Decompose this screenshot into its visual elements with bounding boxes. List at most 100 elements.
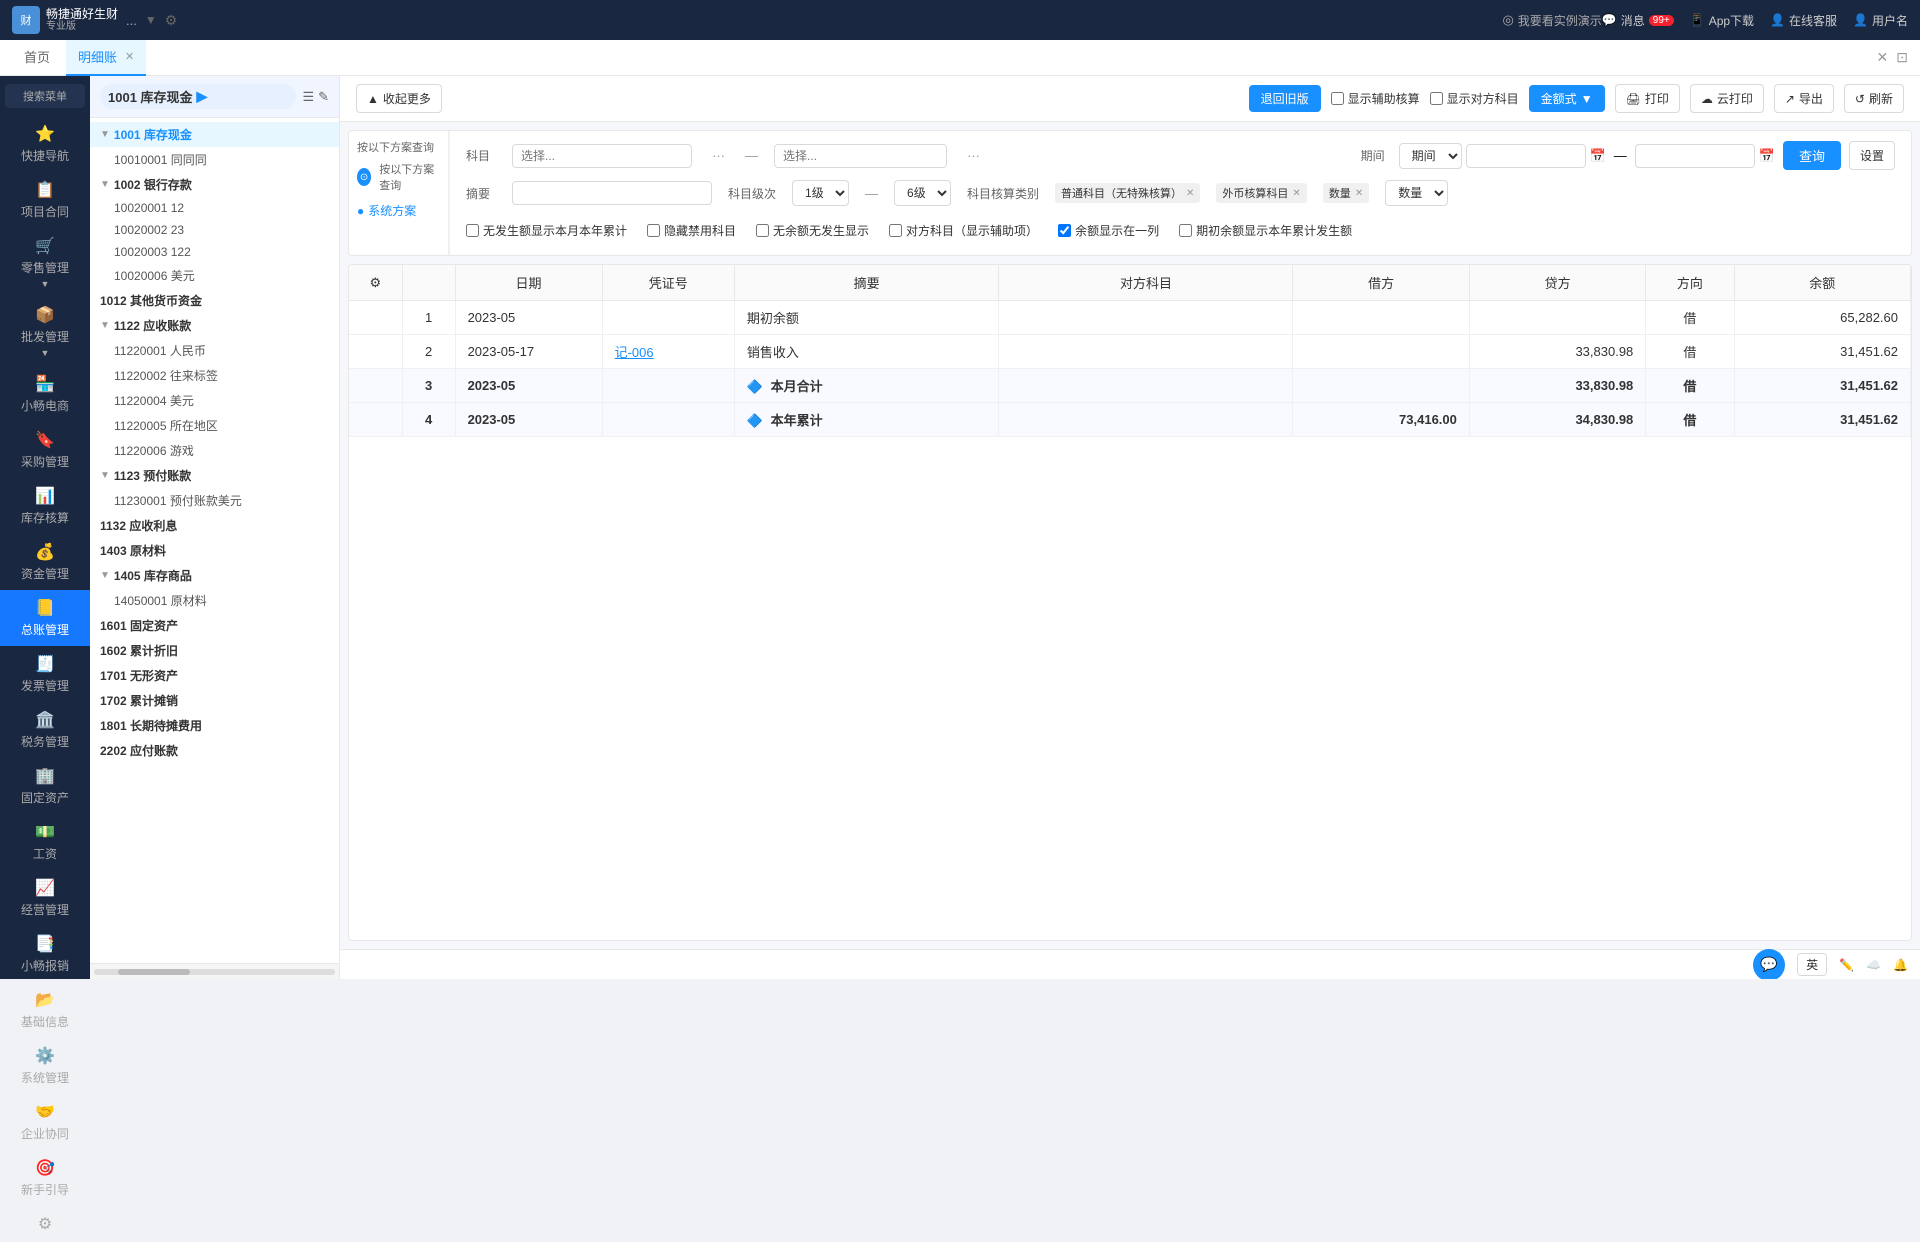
app-download-btn[interactable]: 📱 App下载: [1690, 12, 1754, 29]
level-start-select[interactable]: 1级: [792, 180, 849, 206]
sidebar-item-system[interactable]: ⚙️ 系统管理: [0, 1038, 90, 1094]
tree-item-1002[interactable]: ▼ 1002 银行存款: [90, 172, 339, 197]
chk-no-amount-input[interactable]: [466, 224, 479, 237]
settings-btn[interactable]: 设置: [1849, 141, 1895, 170]
sidebar-item-guide[interactable]: 🎯 新手引导: [0, 1150, 90, 1206]
show-aux-input[interactable]: [1331, 92, 1344, 105]
summary-input[interactable]: [512, 181, 712, 205]
sidebar-item-fixed[interactable]: 🏢 固定资产: [0, 758, 90, 814]
period-end-calendar-icon[interactable]: 📅: [1759, 148, 1775, 164]
chk-no-balance-input[interactable]: [756, 224, 769, 237]
subject-end-input[interactable]: [774, 144, 947, 168]
sidebar-item-tax[interactable]: 🏛️ 税务管理: [0, 702, 90, 758]
tab-bar-expand-btn[interactable]: ⊡: [1896, 49, 1908, 66]
chk-hide-disabled-input[interactable]: [647, 224, 660, 237]
tag-normal-close[interactable]: ✕: [1186, 188, 1194, 199]
gold-btn[interactable]: 金额式 ▼: [1529, 85, 1605, 112]
sidebar-item-wholesale[interactable]: 📦 批发管理 ▼: [0, 297, 90, 366]
period-start-input[interactable]: 2023-05: [1466, 144, 1586, 168]
sidebar-item-sales[interactable]: 📑 小畅报销: [0, 926, 90, 982]
sidebar-item-finance[interactable]: 💰 资金管理: [0, 534, 90, 590]
period-end-input[interactable]: 2023-05: [1635, 144, 1755, 168]
account-panel-title[interactable]: 1001 库存现金 ▶: [100, 84, 296, 109]
sidebar-item-retail[interactable]: 🛒 零售管理 ▼: [0, 228, 90, 297]
show-contra-input[interactable]: [1430, 92, 1443, 105]
tree-item-2202[interactable]: 2202 应付账款: [90, 738, 339, 763]
bell-icon[interactable]: 🔔: [1893, 958, 1908, 972]
sidebar-item-invoice[interactable]: 🧾 发票管理: [0, 646, 90, 702]
tree-item-1012[interactable]: 1012 其他货币资金: [90, 288, 339, 313]
tree-item-1602[interactable]: 1602 累计折旧: [90, 638, 339, 663]
tab-detail[interactable]: 明细账 ✕: [66, 40, 146, 76]
tree-item-1123[interactable]: ▼ 1123 预付账款: [90, 463, 339, 488]
tree-item-1702[interactable]: 1702 累计摊销: [90, 688, 339, 713]
tree-item-1001[interactable]: ▼ 1001 库存现金: [90, 122, 339, 147]
row-voucher-2[interactable]: 记-006: [602, 335, 734, 369]
tree-item-14050001[interactable]: 14050001 原材料: [90, 588, 339, 613]
tree-item-10020006[interactable]: 10020006 美元: [90, 263, 339, 288]
chk-contra-input[interactable]: [889, 224, 902, 237]
cloud-print-btn[interactable]: ☁ 云打印: [1690, 84, 1764, 113]
message-btn[interactable]: 💬 消息 99+: [1602, 12, 1674, 29]
sidebar-item-coop[interactable]: 🤝 企业协同: [0, 1094, 90, 1150]
cloud-icon[interactable]: ☁️: [1866, 958, 1881, 972]
company-selector[interactable]: ... ▼ ⚙: [126, 12, 1502, 29]
expand-btn[interactable]: ▲ 收起更多: [356, 84, 442, 113]
tab-bar-close-btn[interactable]: ✕: [1877, 49, 1889, 66]
tree-item-11220005[interactable]: 11220005 所在地区: [90, 413, 339, 438]
print-btn[interactable]: 🖨 打印: [1615, 84, 1680, 113]
sidebar-item-salary[interactable]: 💵 工资: [0, 814, 90, 870]
demo-link[interactable]: ◎ 我要看实例演示: [1502, 12, 1601, 29]
show-contra-checkbox[interactable]: 显示对方科目: [1430, 90, 1519, 107]
tree-item-1405[interactable]: ▼ 1405 库存商品: [90, 563, 339, 588]
chk-hide-disabled[interactable]: 隐藏禁用科目: [647, 222, 736, 239]
sidebar-item-mini[interactable]: 🏪 小畅电商: [0, 366, 90, 422]
tree-item-1701[interactable]: 1701 无形资产: [90, 663, 339, 688]
export-btn[interactable]: ↗ 导出: [1774, 84, 1834, 113]
query-btn[interactable]: 查询: [1783, 141, 1841, 170]
account-edit-icon[interactable]: ✎: [318, 89, 329, 105]
period-type-select[interactable]: 期间: [1399, 143, 1462, 169]
tree-item-1132[interactable]: 1132 应收利息: [90, 513, 339, 538]
sidebar-item-shortcut[interactable]: ⭐ 快捷导航: [0, 116, 90, 172]
tree-item-11220006[interactable]: 11220006 游戏: [90, 438, 339, 463]
chk-opening-input[interactable]: [1179, 224, 1192, 237]
lang-btn[interactable]: 英: [1797, 953, 1827, 976]
tab-close-icon[interactable]: ✕: [125, 50, 134, 63]
tree-item-11230001[interactable]: 11230001 预付账款美元: [90, 488, 339, 513]
tree-item-11220002[interactable]: 11220002 往来标签: [90, 363, 339, 388]
chk-balance-col-input[interactable]: [1058, 224, 1071, 237]
period-calendar-icon[interactable]: 📅: [1590, 148, 1606, 164]
chk-contra[interactable]: 对方科目（显示辅助项）: [889, 222, 1038, 239]
tree-item-1403[interactable]: 1403 原材料: [90, 538, 339, 563]
online-service-btn[interactable]: 👤 在线客服: [1770, 12, 1837, 29]
edit-icon[interactable]: ✏️: [1839, 958, 1854, 972]
tab-home[interactable]: 首页: [12, 40, 62, 76]
user-avatar[interactable]: 👤 用户名: [1853, 12, 1908, 29]
sidebar-item-inventory[interactable]: 📊 库存核算: [0, 478, 90, 534]
account-list-icon[interactable]: ☰: [302, 89, 314, 105]
tag-fx-close[interactable]: ✕: [1292, 188, 1300, 199]
account-scrollbar[interactable]: [94, 969, 335, 975]
tree-item-10010001[interactable]: 10010001 同同同: [90, 147, 339, 172]
subject-input[interactable]: [512, 144, 692, 168]
tree-item-1122[interactable]: ▼ 1122 应收账款: [90, 313, 339, 338]
return-old-btn[interactable]: 退回旧版: [1249, 85, 1321, 112]
tree-item-10020002[interactable]: 10020002 23: [90, 219, 339, 241]
tree-item-10020003[interactable]: 10020003 122: [90, 241, 339, 263]
float-chat-btn[interactable]: 💬: [1753, 949, 1785, 980]
settings-icon[interactable]: ⚙: [165, 12, 178, 29]
chk-no-balance[interactable]: 无余额无发生显示: [756, 222, 869, 239]
sidebar-item-ops[interactable]: 📈 经营管理: [0, 870, 90, 926]
chk-balance-col[interactable]: 余额显示在一列: [1058, 222, 1159, 239]
level-end-select[interactable]: 6级: [894, 180, 951, 206]
sidebar-item-basic[interactable]: 📂 基础信息: [0, 982, 90, 1038]
tree-item-1801[interactable]: 1801 长期待摊费用: [90, 713, 339, 738]
show-aux-checkbox[interactable]: 显示辅助核算: [1331, 90, 1420, 107]
tree-item-11220001[interactable]: 11220001 人民币: [90, 338, 339, 363]
table-settings-icon[interactable]: ⚙: [369, 275, 381, 290]
chk-opening[interactable]: 期初余额显示本年累计发生额: [1179, 222, 1352, 239]
sidebar-gear-icon[interactable]: ⚙: [38, 1214, 52, 1234]
sidebar-item-project[interactable]: 📋 项目合同: [0, 172, 90, 228]
tree-item-11220004[interactable]: 11220004 美元: [90, 388, 339, 413]
